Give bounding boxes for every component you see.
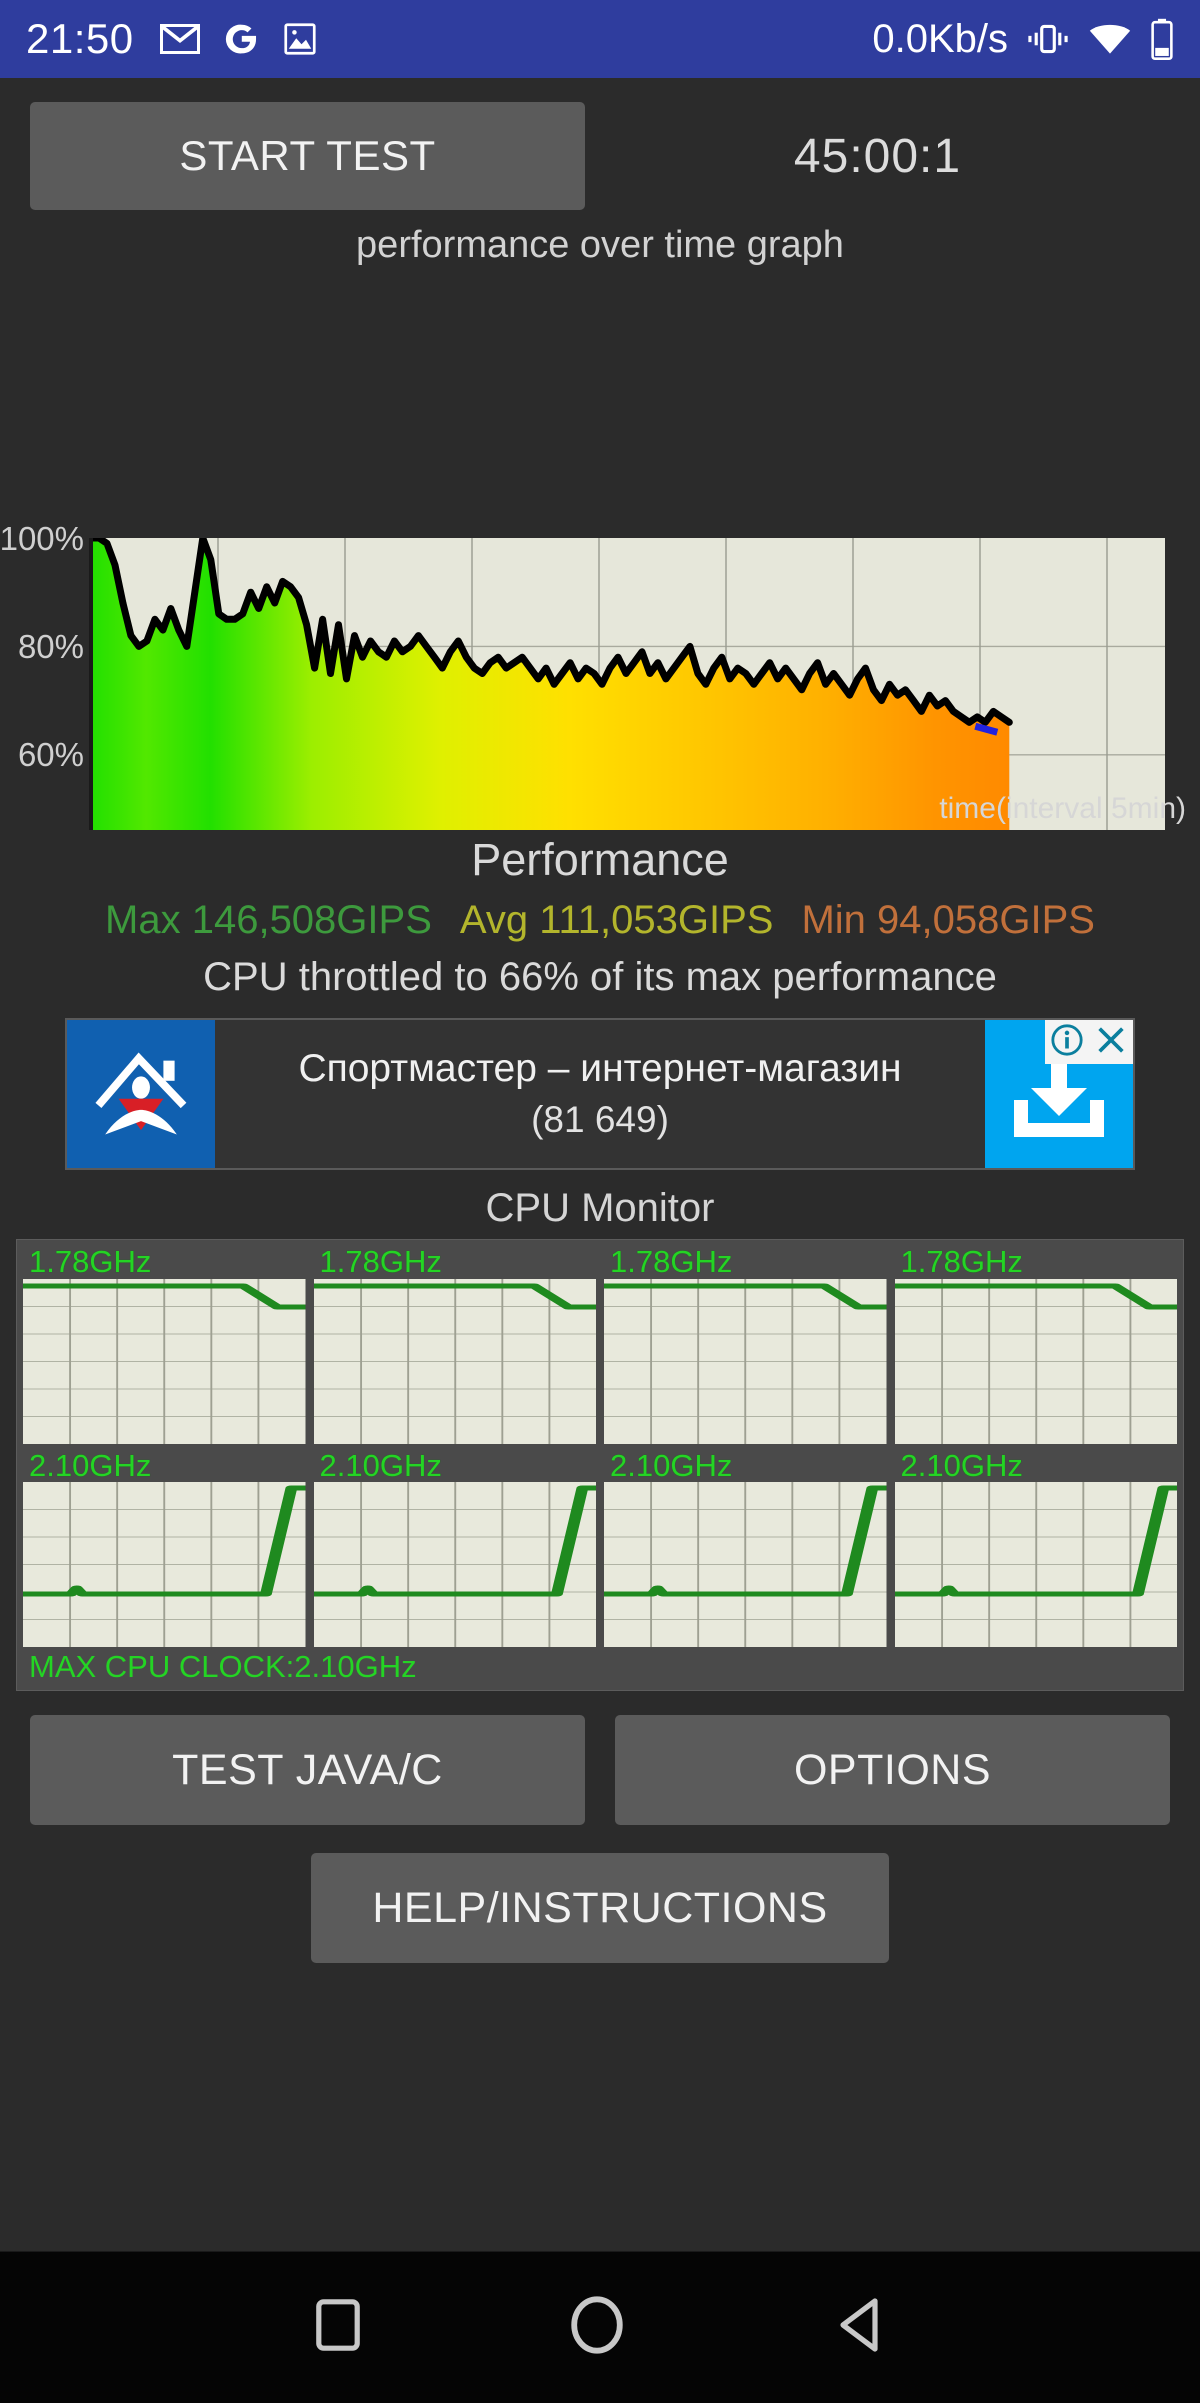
cpu-core-frequency: 2.10GHz	[319, 1447, 442, 1483]
cpu-monitor-heading: CPU Monitor	[485, 1186, 715, 1230]
y-tick-label: 100%	[0, 520, 84, 557]
performance-heading: Performance	[471, 834, 729, 885]
home-circle-icon	[570, 2296, 624, 2359]
sportmaster-logo-icon	[85, 1036, 197, 1153]
performance-graph: performance over time graph 100% 80% 60%…	[0, 220, 1200, 830]
battery-icon	[1150, 18, 1174, 60]
ad-text-block: Спортмастер – интернет-магазин (81 649)	[215, 1020, 985, 1168]
cpu-core-chart	[604, 1482, 887, 1648]
cpu-core-cell: 1.78GHz	[894, 1244, 1177, 1444]
ad-rating-count: (81 649)	[531, 1099, 669, 1141]
secondary-button-row: TEST JAVA/C OPTIONS	[0, 1715, 1200, 1826]
cpu-core-frequency: 1.78GHz	[610, 1244, 733, 1279]
help-button-row: HELP/INSTRUCTIONS	[0, 1853, 1200, 1964]
cpu-core-chart	[894, 1482, 1177, 1648]
back-button[interactable]	[834, 2297, 884, 2358]
test-java-c-button[interactable]: TEST JAVA/C	[30, 1715, 585, 1826]
cpu-core-chart	[604, 1278, 887, 1444]
cpu-core-grid-row-1: 1.78GHz 1.78GHz 1.78GHz 1.78GHz	[23, 1244, 1177, 1444]
performance-min-stat: Min 94,058GIPS	[801, 898, 1095, 942]
status-bar-system-icons: 0.0Kb/s	[872, 17, 1174, 62]
graph-y-tick-labels: 100% 80% 60% 40% 20% 0	[0, 520, 84, 773]
max-cpu-clock-label: MAX CPU CLOCK:2.10GHz	[29, 1649, 417, 1685]
cpu-core-chart	[313, 1482, 596, 1648]
cpu-monitor-panel: 1.78GHz 1.78GHz 1.78GHz 1.78GHz 2.10GHz …	[16, 1239, 1184, 1692]
ad-info-icon	[1050, 1023, 1084, 1062]
photos-icon	[282, 21, 318, 57]
performance-avg-stat: Avg 111,053GIPS	[459, 898, 774, 942]
ad-badge-group	[1045, 1020, 1133, 1064]
android-navigation-bar	[0, 2251, 1200, 2403]
status-bar-notification-icons	[159, 20, 318, 58]
cpu-core-chart	[313, 1278, 596, 1444]
ad-install-button[interactable]	[985, 1020, 1133, 1168]
cpu-core-chart	[23, 1278, 306, 1444]
vibrate-icon	[1026, 21, 1070, 57]
ad-close-icon	[1094, 1023, 1128, 1062]
cpu-core-frequency: 2.10GHz	[29, 1447, 152, 1483]
cpu-core-cell: 1.78GHz	[23, 1244, 306, 1444]
ad-info-button[interactable]	[1045, 1020, 1089, 1064]
top-control-row: START TEST 45:00:1	[0, 96, 1200, 216]
status-bar-clock: 21:50	[26, 15, 134, 62]
home-button[interactable]	[570, 2296, 624, 2359]
cpu-core-chart	[23, 1482, 306, 1648]
cpu-core-cell: 2.10GHz	[894, 1447, 1177, 1648]
recents-square-icon	[316, 2299, 360, 2356]
ad-close-button[interactable]	[1089, 1020, 1133, 1064]
start-test-button[interactable]: START TEST	[30, 102, 585, 210]
test-timer: 45:00:1	[793, 129, 962, 183]
recents-button[interactable]	[316, 2299, 360, 2356]
cpu-core-frequency: 2.10GHz	[900, 1447, 1023, 1483]
ad-banner[interactable]: Спортмастер – интернет-магазин (81 649)	[65, 1018, 1135, 1170]
throttle-summary-text: CPU throttled to 66% of its max performa…	[203, 955, 997, 999]
wifi-icon	[1088, 22, 1132, 56]
cpu-core-frequency: 1.78GHz	[900, 1244, 1023, 1279]
graph-x-axis-label: time(interval 5min)	[939, 792, 1186, 825]
ad-advertiser-logo	[67, 1020, 215, 1168]
cpu-core-grid-row-2: 2.10GHz 2.10GHz 2.10GHz 2.10GHz	[23, 1447, 1177, 1648]
google-icon	[222, 20, 260, 58]
cpu-core-cell: 1.78GHz	[604, 1244, 887, 1444]
gmail-icon	[159, 23, 200, 55]
cpu-core-cell: 2.10GHz	[604, 1447, 887, 1648]
help-instructions-button[interactable]: HELP/INSTRUCTIONS	[311, 1853, 889, 1964]
y-tick-label: 80%	[18, 628, 84, 665]
ad-title: Спортмастер – интернет-магазин	[298, 1046, 902, 1090]
status-bar: 21:50 0.0Kb/s	[0, 0, 1200, 78]
cpu-core-cell: 2.10GHz	[313, 1447, 596, 1648]
performance-max-stat: Max 146,508GIPS	[105, 898, 432, 942]
cpu-core-cell: 2.10GHz	[23, 1447, 306, 1648]
cpu-core-frequency: 1.78GHz	[29, 1244, 152, 1279]
cpu-core-frequency: 2.10GHz	[610, 1447, 733, 1483]
y-tick-label: 60%	[18, 736, 84, 773]
cpu-core-cell: 1.78GHz	[313, 1244, 596, 1444]
network-speed-label: 0.0Kb/s	[872, 16, 1008, 61]
performance-graph-canvas: 100% 80% 60% 40% 20% 0	[0, 520, 1165, 830]
back-triangle-icon	[834, 2297, 884, 2358]
cpu-core-chart	[894, 1278, 1177, 1444]
performance-stats-row: Max 146,508GIPS Avg 111,053GIPS Min 94,0…	[0, 898, 1200, 943]
cpu-core-frequency: 1.78GHz	[319, 1244, 442, 1279]
options-button[interactable]: OPTIONS	[615, 1715, 1170, 1826]
